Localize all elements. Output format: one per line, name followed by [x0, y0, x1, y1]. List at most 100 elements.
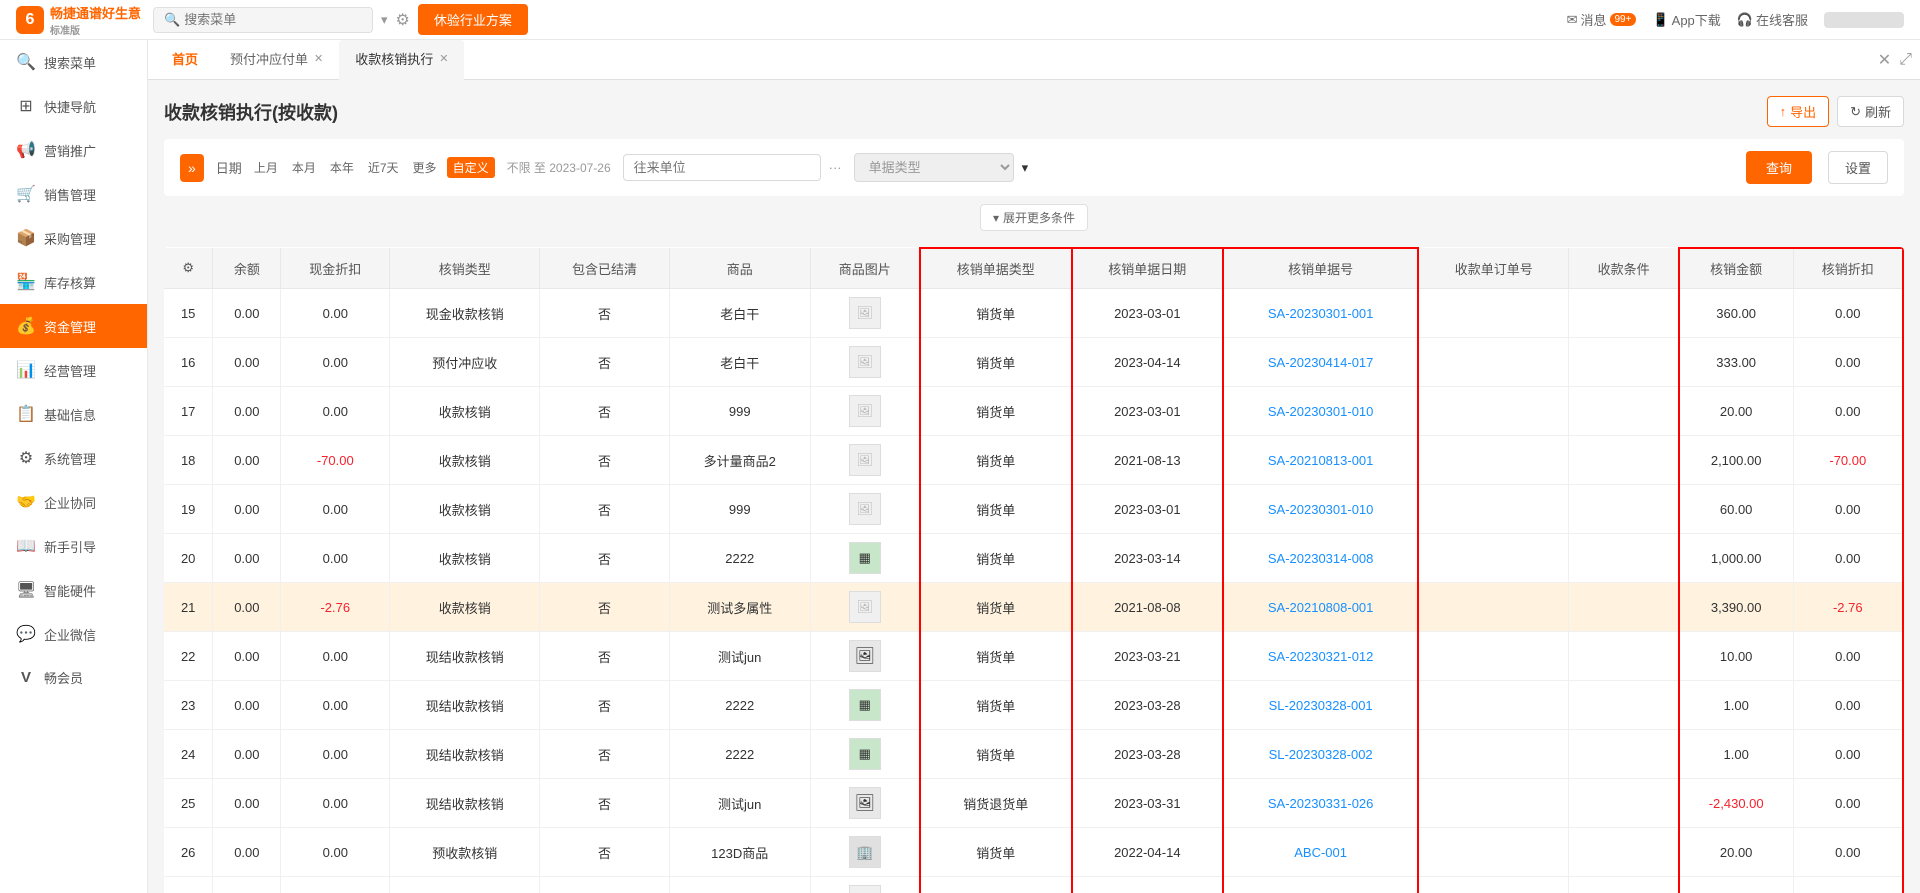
- refresh-button[interactable]: ↻ 刷新: [1837, 96, 1904, 127]
- sidebar-item-purchase[interactable]: 📦 采购管理: [0, 216, 147, 260]
- sidebar-item-search[interactable]: 🔍 搜索菜单: [0, 40, 147, 84]
- bill-no-link[interactable]: SA-20230321-012: [1268, 649, 1374, 664]
- row-bill-type: 销货单: [920, 387, 1072, 436]
- mobile-icon: 📱: [1652, 12, 1668, 28]
- row-bill-type: 销货单: [920, 681, 1072, 730]
- refresh-label: 刷新: [1865, 102, 1891, 121]
- sidebar-item-enterprise[interactable]: 🤝 企业协同: [0, 480, 147, 524]
- row-write-off-type: 现结收款核销: [390, 681, 540, 730]
- online-service-btn[interactable]: 🎧 在线客服: [1737, 10, 1808, 29]
- row-balance: 0.00: [213, 730, 281, 779]
- row-bill-no: SA-20230314-008: [1223, 534, 1418, 583]
- row-write-off-amount: 1.00: [1679, 681, 1793, 730]
- sidebar-item-operations[interactable]: 📊 经营管理: [0, 348, 147, 392]
- app-download-btn[interactable]: 📱 App下载: [1652, 10, 1720, 29]
- tab-collection[interactable]: 收款核销执行 ✕: [339, 40, 464, 80]
- bill-no-link[interactable]: SA-20230301-010: [1268, 502, 1374, 517]
- sidebar-item-finance[interactable]: 💰 资金管理: [0, 304, 147, 348]
- gear-icon[interactable]: ⚙: [396, 10, 410, 30]
- row-bill-no: SA-20230301-001: [1223, 289, 1418, 338]
- row-number: 25: [164, 779, 213, 828]
- row-bill-date: 2023-03-01: [1072, 485, 1224, 534]
- sidebar-item-inventory[interactable]: 🏪 库存核算: [0, 260, 147, 304]
- row-receipt-order: [1418, 779, 1569, 828]
- sidebar-item-basic[interactable]: 📋 基础信息: [0, 392, 147, 436]
- row-write-off-discount: -2.76: [1793, 583, 1903, 632]
- bill-no-link[interactable]: SA-20230331-026: [1268, 796, 1374, 811]
- row-cash-discount: 0.00: [281, 387, 390, 436]
- row-number: 24: [164, 730, 213, 779]
- logo-line2: 标准版: [50, 22, 141, 37]
- bill-type-select[interactable]: 单据类型: [854, 153, 1014, 182]
- row-receipt-order: [1418, 338, 1569, 387]
- date-last-7days[interactable]: 近7天: [364, 157, 403, 178]
- row-write-off-type: 收款核销: [390, 387, 540, 436]
- export-button[interactable]: ↑ 导出: [1767, 96, 1830, 127]
- enterprise-icon: 🤝: [16, 492, 36, 512]
- date-custom[interactable]: 自定义: [447, 157, 495, 178]
- row-bill-type: 销货单: [920, 436, 1072, 485]
- sidebar-item-marketing[interactable]: 📢 营销推广: [0, 128, 147, 172]
- row-number: 16: [164, 338, 213, 387]
- search-box[interactable]: 🔍: [153, 7, 373, 33]
- bill-no-link[interactable]: SA-20230301-010: [1268, 404, 1374, 419]
- row-write-off-discount: 0.00: [1793, 534, 1903, 583]
- bill-no-link[interactable]: SA-20230414-017: [1268, 355, 1374, 370]
- sidebar-item-system[interactable]: ⚙ 系统管理: [0, 436, 147, 480]
- row-write-off-type: 预付冲应收: [390, 338, 540, 387]
- expand-more-btn[interactable]: ▾ 展开更多条件: [980, 204, 1088, 231]
- tab-home[interactable]: 首页: [156, 40, 214, 80]
- row-settled: 否: [540, 338, 670, 387]
- message-label: 消息: [1580, 10, 1606, 29]
- search-input[interactable]: [184, 12, 344, 27]
- tab-close-all-icon[interactable]: ✕: [1878, 50, 1891, 70]
- goods-image: 🖼: [849, 640, 881, 672]
- arrow-button[interactable]: »: [180, 154, 204, 182]
- sidebar-item-label-inventory: 库存核算: [44, 273, 96, 292]
- th-gear[interactable]: ⚙: [164, 248, 213, 289]
- bill-no-link[interactable]: SL-20230328-001: [1269, 698, 1373, 713]
- row-write-off-discount: 0.00: [1793, 779, 1903, 828]
- date-this-month[interactable]: 本月: [288, 157, 320, 178]
- row-settled: 否: [540, 583, 670, 632]
- partner-input[interactable]: [623, 154, 821, 181]
- tab-home-label: 首页: [172, 49, 198, 68]
- bill-no-link[interactable]: SA-20210808-001: [1268, 600, 1374, 615]
- sidebar-item-guide[interactable]: 📖 新手引导: [0, 524, 147, 568]
- sidebar-item-hardware[interactable]: 🖥 智能硬件: [0, 568, 147, 612]
- search-menu-icon: 🔍: [16, 52, 36, 72]
- settings-button[interactable]: 设置: [1828, 151, 1888, 184]
- row-settled: 否: [540, 289, 670, 338]
- row-receipt-condition: [1569, 583, 1679, 632]
- bill-no-link[interactable]: SA-20230314-008: [1268, 551, 1374, 566]
- date-prev-month[interactable]: 上月: [250, 157, 282, 178]
- query-button[interactable]: 查询: [1746, 151, 1812, 184]
- date-more[interactable]: 更多: [409, 157, 441, 178]
- row-bill-no: SL-20230408-001: [1223, 877, 1418, 893]
- search-icon: 🔍: [164, 12, 180, 28]
- tab-expand-icon[interactable]: ⤢: [1899, 51, 1912, 69]
- row-cash-discount: 0.00: [281, 877, 390, 893]
- sidebar-item-member[interactable]: V 畅会员: [0, 656, 147, 699]
- sidebar-item-quicknav[interactable]: ⊞ 快捷导航: [0, 84, 147, 128]
- bill-no-link[interactable]: SA-20230301-001: [1268, 306, 1374, 321]
- tab-prepay-close[interactable]: ✕: [314, 52, 323, 65]
- row-bill-no: SA-20230321-012: [1223, 632, 1418, 681]
- message-btn[interactable]: ✉ 消息 99+: [1567, 10, 1637, 29]
- goods-image: 🖼: [849, 787, 881, 819]
- row-balance: 0.00: [213, 681, 281, 730]
- solution-button[interactable]: 休验行业方案: [418, 4, 528, 35]
- row-goods: 老白干: [669, 338, 810, 387]
- row-goods: 123D商品: [669, 828, 810, 877]
- tab-prepay[interactable]: 预付冲应付单 ✕: [214, 40, 339, 80]
- bill-no-link[interactable]: SA-20210813-001: [1268, 453, 1374, 468]
- th-write-off-amount: 核销金额: [1679, 248, 1793, 289]
- sidebar-item-sales[interactable]: 🛒 销售管理: [0, 172, 147, 216]
- sidebar-item-wechat[interactable]: 💬 企业微信: [0, 612, 147, 656]
- bill-no-link[interactable]: SL-20230328-002: [1269, 747, 1373, 762]
- dropdown-icon[interactable]: ▾: [381, 12, 388, 28]
- tab-collection-close[interactable]: ✕: [439, 52, 448, 65]
- date-this-year[interactable]: 本年: [326, 157, 358, 178]
- finance-icon: 💰: [16, 316, 36, 336]
- bill-no-link[interactable]: ABC-001: [1294, 845, 1347, 860]
